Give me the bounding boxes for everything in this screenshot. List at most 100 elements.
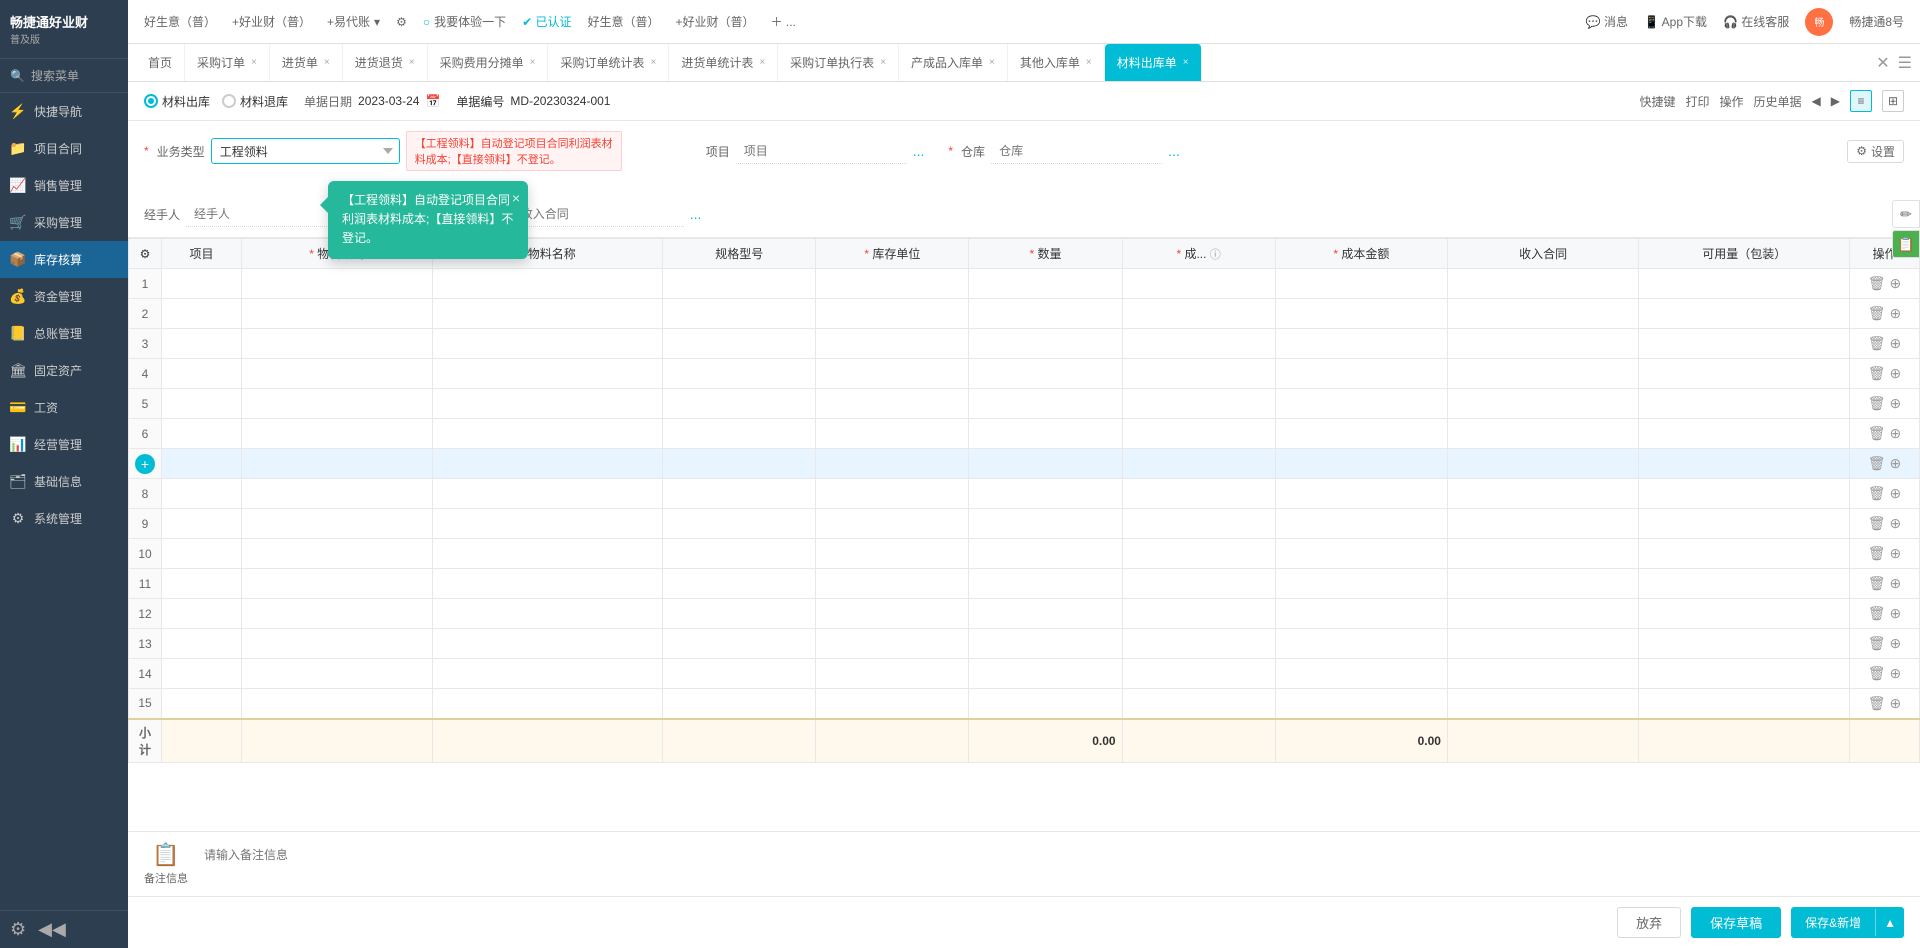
delete-icon[interactable]: 🗑 — [1868, 605, 1886, 621]
tab-po-exec[interactable]: 采购订单执行表× — [778, 44, 899, 82]
cell-unit[interactable] — [816, 689, 969, 719]
cell-qty[interactable] — [969, 329, 1122, 359]
copy-icon[interactable]: ⊕ — [1890, 305, 1902, 321]
cell-contract[interactable] — [1447, 299, 1638, 329]
cell-code[interactable] — [242, 629, 433, 659]
cell-cost-price[interactable] — [1122, 629, 1275, 659]
cell-contract[interactable] — [1447, 509, 1638, 539]
tab-po-stat[interactable]: 采购订单统计表× — [548, 44, 669, 82]
topbar-appdownload[interactable]: 📱 App下载 — [1644, 13, 1707, 30]
topbar-trial[interactable]: ○ 我要体验一下 — [423, 13, 506, 30]
topbar-link2-haoyecai[interactable]: +好业财（普） — [676, 13, 755, 30]
cell-contract[interactable] — [1447, 569, 1638, 599]
topbar-link-haoshengyi[interactable]: 好生意（普） — [144, 13, 216, 30]
ops-btn[interactable]: 操作 — [1720, 93, 1744, 110]
project-ellipsis[interactable]: ... — [913, 143, 925, 159]
cell-name[interactable] — [433, 689, 663, 719]
sidebar-item-system[interactable]: ⚙ 系统管理 — [0, 500, 128, 537]
delete-icon[interactable]: 🗑 — [1868, 335, 1886, 351]
tab-return-close[interactable]: × — [409, 57, 415, 68]
cell-available[interactable] — [1639, 359, 1850, 389]
discard-button[interactable]: 放弃 — [1617, 907, 1681, 938]
cell-cost-price[interactable] — [1122, 479, 1275, 509]
cell-cost-amount[interactable] — [1275, 509, 1447, 539]
cell-unit[interactable] — [816, 329, 969, 359]
calendar-icon[interactable]: 📅 — [425, 94, 440, 108]
cell-cost-amount[interactable] — [1275, 689, 1447, 719]
cell-spec[interactable] — [663, 689, 816, 719]
cell-qty[interactable] — [969, 689, 1122, 719]
view-grid-btn[interactable]: ⊞ — [1882, 90, 1904, 112]
cell-available[interactable] — [1639, 479, 1850, 509]
delete-icon[interactable]: 🗑 — [1868, 395, 1886, 411]
delete-icon[interactable]: 🗑 — [1868, 665, 1886, 681]
cell-name[interactable] — [433, 599, 663, 629]
cell-cost-amount[interactable] — [1275, 389, 1447, 419]
cell-cost-price[interactable] — [1122, 599, 1275, 629]
th-gear[interactable]: ⚙ — [129, 239, 162, 269]
cell-spec[interactable] — [663, 569, 816, 599]
tab-purchase-order[interactable]: 采购订单× — [185, 44, 270, 82]
cell-code[interactable] — [242, 389, 433, 419]
topbar-service[interactable]: 🎧 在线客服 — [1723, 13, 1789, 30]
cell-cost-amount[interactable] — [1275, 359, 1447, 389]
delete-icon[interactable]: 🗑 — [1868, 275, 1886, 291]
cell-code[interactable] — [242, 689, 433, 719]
sidebar-item-finance[interactable]: 💰 资金管理 — [0, 278, 128, 315]
cell-qty[interactable] — [969, 359, 1122, 389]
cell-name[interactable] — [433, 299, 663, 329]
cell-spec[interactable] — [663, 599, 816, 629]
income-contract-input[interactable] — [513, 201, 684, 227]
topbar-certified[interactable]: ✔ 已认证 — [522, 13, 571, 30]
cell-spec[interactable] — [663, 359, 816, 389]
cell-unit[interactable] — [816, 389, 969, 419]
delete-icon[interactable]: 🗑 — [1868, 515, 1886, 531]
copy-icon[interactable]: ⊕ — [1890, 515, 1902, 531]
tab-material-outbound[interactable]: 材料出库单× — [1105, 44, 1202, 82]
warehouse-ellipsis[interactable]: ... — [1168, 143, 1180, 159]
cell-spec[interactable] — [663, 269, 816, 299]
cell-cost-amount[interactable] — [1275, 299, 1447, 329]
sidebar-item-project[interactable]: 📁 项目合同 — [0, 130, 128, 167]
copy-icon[interactable]: ⊕ — [1890, 695, 1902, 711]
delete-icon[interactable]: 🗑 — [1868, 455, 1886, 471]
cell-spec[interactable] — [663, 509, 816, 539]
cell-cost-price[interactable] — [1122, 569, 1275, 599]
cell-unit[interactable] — [816, 509, 969, 539]
view-list-btn[interactable]: ≡ — [1850, 90, 1872, 112]
cell-code[interactable] — [242, 329, 433, 359]
tab-pf-close[interactable]: × — [530, 57, 536, 68]
right-tool-edit[interactable]: ✏ — [1892, 200, 1920, 228]
cell-name[interactable] — [433, 659, 663, 689]
cell-cost-price[interactable] — [1122, 539, 1275, 569]
cell-unit[interactable] — [816, 629, 969, 659]
cell-code[interactable] — [242, 569, 433, 599]
cell-cost-amount[interactable] — [1275, 569, 1447, 599]
sidebar-item-operations[interactable]: 📊 经营管理 — [0, 426, 128, 463]
cell-name[interactable] — [433, 419, 663, 449]
cell-available[interactable] — [1639, 509, 1850, 539]
tab-more-icon[interactable]: ☰ — [1898, 53, 1912, 73]
cell-available[interactable] — [1639, 569, 1850, 599]
cell-available[interactable] — [1639, 389, 1850, 419]
cell-unit[interactable] — [816, 419, 969, 449]
cell-project[interactable] — [162, 509, 242, 539]
tab-mo-close[interactable]: × — [1183, 57, 1189, 68]
cell-qty[interactable] — [969, 599, 1122, 629]
cell-available[interactable] — [1639, 269, 1850, 299]
delete-icon[interactable]: 🗑 — [1868, 635, 1886, 651]
cell-spec[interactable] — [663, 659, 816, 689]
cell-available[interactable] — [1639, 329, 1850, 359]
add-row-button[interactable]: + — [135, 454, 155, 474]
cell-unit[interactable] — [816, 299, 969, 329]
cell-code[interactable] — [242, 599, 433, 629]
cell-name[interactable] — [433, 629, 663, 659]
cell-available[interactable] — [1639, 599, 1850, 629]
mode-return[interactable]: 材料退库 — [222, 93, 288, 110]
cell-name[interactable] — [433, 509, 663, 539]
tab-pi-close[interactable]: × — [989, 57, 995, 68]
cell-project-active[interactable] — [162, 449, 242, 479]
sidebar-item-purchase[interactable]: 🛒 采购管理 — [0, 204, 128, 241]
cell-code[interactable] — [242, 509, 433, 539]
cell-project[interactable] — [162, 539, 242, 569]
